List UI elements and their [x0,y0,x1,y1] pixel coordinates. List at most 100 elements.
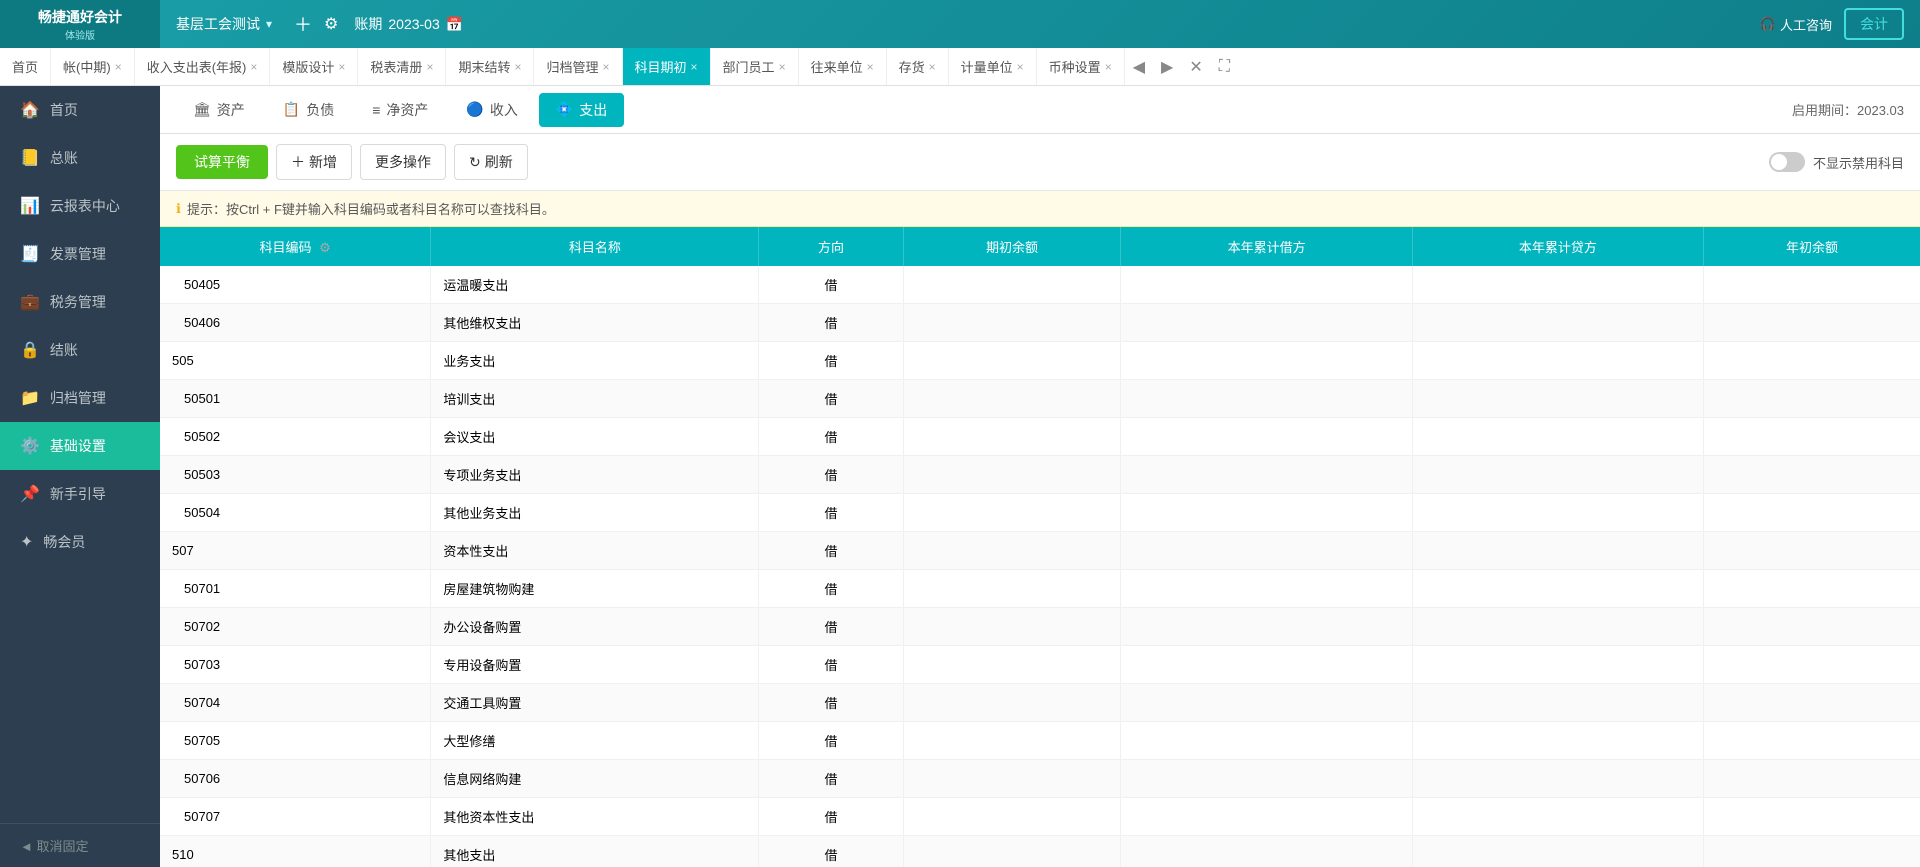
cell-ytd-credit [1412,494,1703,532]
sub-tab-label: 负债 [306,100,334,120]
member-icon: ✦ [20,532,33,552]
cell-direction: 借 [759,760,903,798]
sidebar-item-reports[interactable]: 📊 云报表中心 [0,182,160,230]
close-icon[interactable]: × [250,60,257,74]
table-row[interactable]: 507 资本性支出 借 [160,532,1920,570]
sidebar-item-tax[interactable]: 💼 税务管理 [0,278,160,326]
cell-ytd-debit [1121,722,1412,760]
tab-partners[interactable]: 往来单位 × [799,48,887,85]
tab-department[interactable]: 部门员工 × [711,48,799,85]
sidebar-item-invoice[interactable]: 🧾 发票管理 [0,230,160,278]
close-icon[interactable]: × [514,60,521,74]
table-row[interactable]: 50701 房屋建筑物购建 借 [160,570,1920,608]
cell-ytd-debit [1121,836,1412,867]
tab-expand-button[interactable]: ⛶ [1211,48,1238,85]
cell-year-opening [1704,380,1920,418]
close-icon[interactable]: × [867,60,874,74]
main-layout: 🏠 首页 📒 总账 📊 云报表中心 🧾 发票管理 💼 税务管理 🔒 结账 📁 归… [0,86,1920,867]
cell-ytd-credit [1412,570,1703,608]
table-row[interactable]: 50405 运温暖支出 借 [160,266,1920,304]
cell-ytd-debit [1121,532,1412,570]
close-icon[interactable]: × [426,60,433,74]
sub-tab-income[interactable]: 🔵 收入 [449,93,534,127]
account-button[interactable]: 会计 [1844,8,1904,40]
sidebar-pin-button[interactable]: ◄ 取消固定 [0,823,160,867]
tab-prev-button[interactable]: ◀ [1125,48,1153,85]
table-row[interactable]: 50501 培训支出 借 [160,380,1920,418]
tab-inventory[interactable]: 存货 × [887,48,949,85]
settings-icon[interactable]: ⚙ [324,14,338,34]
close-icon[interactable]: × [603,60,610,74]
sub-tab-expense[interactable]: 💠 支出 [539,93,624,127]
refresh-button[interactable]: ↻ 刷新 [454,144,528,180]
cell-year-opening [1704,304,1920,342]
cell-code: 50502 [160,418,431,456]
table-row[interactable]: 505 业务支出 借 [160,342,1920,380]
table-row[interactable]: 50705 大型修缮 借 [160,722,1920,760]
gear-icon[interactable]: ⚙ [319,240,331,255]
cell-opening-balance [903,722,1121,760]
cell-code: 50702 [160,608,431,646]
sub-tab-net-asset[interactable]: ≡ 净资产 [355,93,445,127]
table-row[interactable]: 50706 信息网络购建 借 [160,760,1920,798]
sidebar-item-member[interactable]: ✦ 畅会员 [0,518,160,566]
disabled-subject-toggle[interactable] [1769,152,1805,172]
close-icon[interactable]: × [1017,60,1024,74]
table-row[interactable]: 50503 专项业务支出 借 [160,456,1920,494]
sub-tab-asset[interactable]: 🏛 资产 [176,93,262,127]
settings-icon: ⚙️ [20,436,40,456]
table-row[interactable]: 50406 其他维权支出 借 [160,304,1920,342]
tab-currency[interactable]: 币种设置 × [1037,48,1125,85]
cell-year-opening [1704,722,1920,760]
tab-unit[interactable]: 计量单位 × [949,48,1037,85]
cell-direction: 借 [759,418,903,456]
tab-label: 科目期初 [635,57,687,76]
add-company-icon[interactable]: ＋ [294,11,312,37]
tab-tax-list[interactable]: 税表清册 × [358,48,446,85]
tab-next-button[interactable]: ▶ [1153,48,1181,85]
table-row[interactable]: 50702 办公设备购置 借 [160,608,1920,646]
table-row[interactable]: 50703 专用设备购置 借 [160,646,1920,684]
sidebar-item-ledger[interactable]: 📒 总账 [0,134,160,182]
tab-midterm[interactable]: 帐(中期) × [51,48,135,85]
table-row[interactable]: 510 其他支出 借 [160,836,1920,867]
sidebar-item-archive[interactable]: 📁 归档管理 [0,374,160,422]
tab-close-all-button[interactable]: ✕ [1181,48,1210,85]
tab-home[interactable]: 首页 [0,48,51,85]
tab-label: 帐(中期) [63,57,111,76]
more-button[interactable]: 更多操作 [360,144,446,180]
tab-archive[interactable]: 归档管理 × [534,48,622,85]
balance-button[interactable]: 试算平衡 [176,145,268,179]
closing-icon: 🔒 [20,340,40,360]
sidebar-item-label: 总账 [50,148,78,168]
close-icon[interactable]: × [779,60,786,74]
cell-opening-balance [903,456,1121,494]
company-selector[interactable]: 基层工会测试 ▾ [176,14,278,34]
table-row[interactable]: 50502 会议支出 借 [160,418,1920,456]
table-row[interactable]: 50504 其他业务支出 借 [160,494,1920,532]
add-button[interactable]: ＋ 新增 [276,144,352,180]
cell-code: 50405 [160,266,431,304]
close-icon[interactable]: × [1105,60,1112,74]
tab-subject-initial[interactable]: 科目期初 × [623,48,711,85]
sidebar-item-home[interactable]: 🏠 首页 [0,86,160,134]
close-icon[interactable]: × [338,60,345,74]
tab-period-carry[interactable]: 期末结转 × [446,48,534,85]
cell-direction: 借 [759,456,903,494]
sidebar-item-closing[interactable]: 🔒 结账 [0,326,160,374]
tab-template[interactable]: 模版设计 × [270,48,358,85]
close-icon[interactable]: × [691,60,698,74]
table-row[interactable]: 50704 交通工具购置 借 [160,684,1920,722]
sidebar-item-settings[interactable]: ⚙️ 基础设置 [0,422,160,470]
service-button[interactable]: 🎧 人工咨询 [1760,15,1832,34]
cell-direction: 借 [759,380,903,418]
table-row[interactable]: 50707 其他资本性支出 借 [160,798,1920,836]
calendar-icon[interactable]: 📅 [446,16,463,33]
tab-income-report[interactable]: 收入支出表(年报) × [135,48,271,85]
sidebar-item-guide[interactable]: 📌 新手引导 [0,470,160,518]
sub-tab-liability[interactable]: 📋 负债 [266,93,351,127]
close-icon[interactable]: × [115,60,122,74]
tab-label: 存货 [899,57,925,76]
tab-label: 计量单位 [961,57,1013,76]
close-icon[interactable]: × [929,60,936,74]
